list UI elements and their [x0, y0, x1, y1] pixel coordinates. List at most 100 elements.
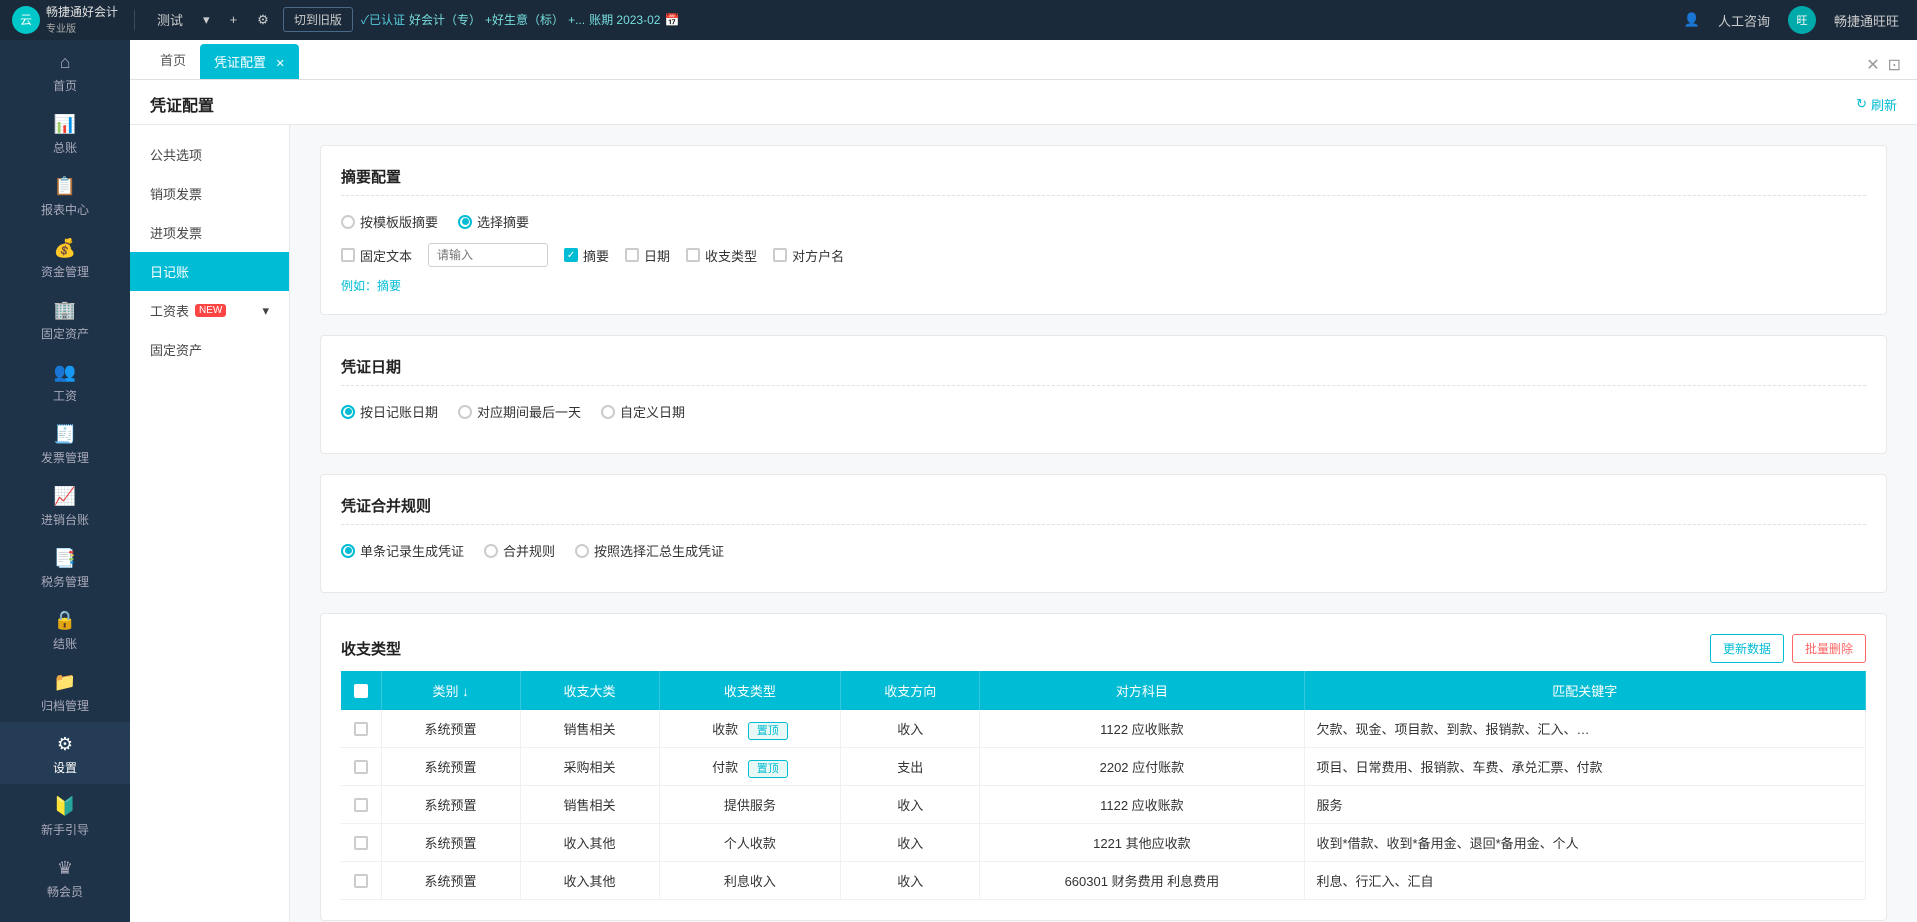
radio-period-last-day[interactable]: 对应期间最后一天 — [458, 402, 581, 421]
checkbox-fixed-text[interactable]: 固定文本 — [341, 246, 412, 265]
counterparty-box — [773, 248, 787, 262]
td-check-1[interactable] — [341, 748, 381, 786]
radio-template[interactable]: 按模板版摘要 — [341, 212, 438, 231]
sidebar-item-reports[interactable]: 📋 报表中心 — [0, 164, 130, 226]
tab-home[interactable]: 首页 — [146, 42, 200, 79]
app-title: 畅捷通好会计 — [46, 5, 118, 19]
left-nav-journal[interactable]: 日记账 — [130, 252, 289, 291]
tab-close-icon[interactable]: ✕ — [276, 58, 285, 70]
row-checkbox-4[interactable] — [354, 874, 368, 888]
sidebar-item-salary[interactable]: 👥 工资 — [0, 350, 130, 412]
table-row: 系统预置 收入其他 利息收入 收入 660301 财务费用 利息费用 利息、行汇… — [341, 862, 1866, 900]
counterparty-label: 对方户名 — [792, 246, 844, 265]
content-area: 首页 凭证配置 ✕ ✕ ⊡ 凭证配置 ↻ 刷新 — [130, 40, 1917, 922]
td-keywords-3: 收到*借款、收到*备用金、退回*备用金、个人 — [1304, 824, 1866, 862]
top-tag-1[interactable]: 置顶 — [748, 760, 788, 778]
td-check-3[interactable] — [341, 824, 381, 862]
th-checkbox[interactable]: ✓ — [341, 671, 381, 710]
left-nav-fixed-assets-label: 固定资产 — [150, 340, 202, 359]
date-box — [625, 248, 639, 262]
radio-custom-date[interactable]: 自定义日期 — [601, 402, 685, 421]
add-icon[interactable]: + — [224, 12, 244, 27]
consult-label[interactable]: 人工咨询 — [1712, 11, 1776, 30]
tab-voucher-config[interactable]: 凭证配置 ✕ — [200, 44, 299, 79]
td-check-2[interactable] — [341, 786, 381, 824]
row-checkbox-0[interactable] — [354, 722, 368, 736]
th-keywords: 匹配关键字 — [1304, 671, 1866, 710]
row-checkbox-1[interactable] — [354, 760, 368, 774]
radio-custom-date-label: 自定义日期 — [620, 402, 685, 421]
left-nav-payroll[interactable]: 工资表 NEW ▾ — [130, 291, 289, 330]
test-label[interactable]: 测试 — [151, 10, 189, 29]
radio-select[interactable]: 选择摘要 — [458, 212, 529, 231]
radio-summary-generate[interactable]: 按照选择汇总生成凭证 — [575, 541, 724, 560]
page-title: 凭证配置 — [150, 92, 214, 116]
td-check-0[interactable] — [341, 710, 381, 748]
type-label-1: 付款 — [712, 760, 738, 775]
table-header-row: 收支类型 更新数据 批量删除 — [341, 634, 1866, 663]
radio-single-record[interactable]: 单条记录生成凭证 — [341, 541, 464, 560]
radio-merge-rule-label: 合并规则 — [503, 541, 555, 560]
td-bigtype-4: 收入其他 — [520, 862, 659, 900]
left-nav-fixed-assets[interactable]: 固定资产 — [130, 330, 289, 369]
expense-type-box — [686, 248, 700, 262]
left-nav-public[interactable]: 公共选项 — [130, 135, 289, 174]
dropdown-icon[interactable]: ▾ — [197, 12, 216, 28]
home-icon: ⌂ — [60, 52, 71, 73]
window-maximize-btn[interactable]: ⊡ — [1888, 55, 1901, 75]
switch-version-btn[interactable]: 切到旧版 — [283, 7, 353, 32]
sidebar-item-trade[interactable]: 📈 进销台账 — [0, 474, 130, 536]
sidebar-item-member[interactable]: ♛ 畅会员 — [0, 846, 130, 908]
expense-table-body: 系统预置 销售相关 收款 置顶 收入 1122 应收账款 欠款、现金、项目款、到… — [341, 710, 1866, 900]
date-section: 凭证日期 按日记账日期 对应期间最后一天 — [320, 335, 1887, 454]
sidebar-item-invoice[interactable]: 🧾 发票管理 — [0, 412, 130, 474]
td-type-3: 个人收款 — [659, 824, 841, 862]
summary-section: 摘要配置 按模板版摘要 选择摘要 — [320, 145, 1887, 315]
row-checkbox-3[interactable] — [354, 836, 368, 850]
checkbox-counterparty[interactable]: 对方户名 — [773, 246, 844, 265]
calendar-icon[interactable]: 📅 — [664, 13, 679, 27]
sidebar-item-guide[interactable]: 🔰 新手引导 — [0, 784, 130, 846]
refresh-button[interactable]: ↻ 刷新 — [1856, 95, 1897, 114]
sidebar-item-ledger[interactable]: 📊 总账 — [0, 102, 130, 164]
right-panel: 摘要配置 按模板版摘要 选择摘要 — [290, 125, 1917, 922]
type-label-0: 收款 — [712, 722, 738, 737]
td-direction-2: 收入 — [841, 786, 980, 824]
sidebar-label-salary: 工资 — [53, 387, 77, 404]
left-nav-purchase-invoice[interactable]: 进项发票 — [130, 213, 289, 252]
tax-icon: 📑 — [54, 548, 76, 569]
status-badges: ✓已认证 好会计（专） +好生意（标） +... 账期 2023-02 📅 — [361, 11, 680, 28]
sidebar-item-archive[interactable]: 📁 归档管理 — [0, 660, 130, 722]
trade-icon: 📈 — [54, 486, 76, 507]
radio-journal-date[interactable]: 按日记账日期 — [341, 402, 438, 421]
sidebar-label-funds: 资金管理 — [41, 263, 89, 280]
sidebar-item-funds[interactable]: 💰 资金管理 — [0, 226, 130, 288]
checkbox-expense-type[interactable]: 收支类型 — [686, 246, 757, 265]
sidebar-item-tax[interactable]: 📑 税务管理 — [0, 536, 130, 598]
window-minimize-btn[interactable]: ✕ — [1866, 55, 1879, 75]
sidebar-label-reports: 报表中心 — [41, 201, 89, 218]
th-big-type: 收支大类 — [520, 671, 659, 710]
top-tag-0[interactable]: 置顶 — [748, 722, 788, 740]
sidebar-item-home[interactable]: ⌂ 首页 — [0, 40, 130, 102]
radio-merge-rule[interactable]: 合并规则 — [484, 541, 555, 560]
settings-icon[interactable]: ⚙ — [251, 12, 275, 28]
main-content: 公共选项 销项发票 进项发票 日记账 工资表 NEW ▾ — [130, 125, 1917, 922]
user-name[interactable]: 畅捷通旺旺 — [1828, 11, 1905, 30]
td-check-4[interactable] — [341, 862, 381, 900]
sidebar-item-close[interactable]: 🔒 结账 — [0, 598, 130, 660]
fixed-text-label: 固定文本 — [360, 246, 412, 265]
fixed-text-input[interactable] — [428, 243, 548, 267]
radio-select-circle — [458, 215, 472, 229]
checkbox-summary[interactable]: ✓ 摘要 — [564, 246, 609, 265]
sidebar-item-settings[interactable]: ⚙ 设置 — [0, 722, 130, 784]
sidebar-item-assets[interactable]: 🏢 固定资产 — [0, 288, 130, 350]
td-bigtype-1: 采购相关 — [520, 748, 659, 786]
checkbox-date[interactable]: 日期 — [625, 246, 670, 265]
batch-delete-btn[interactable]: 批量删除 — [1792, 634, 1866, 663]
row-checkbox-2[interactable] — [354, 798, 368, 812]
update-data-btn[interactable]: 更新数据 — [1710, 634, 1784, 663]
left-nav-sales-invoice[interactable]: 销项发票 — [130, 174, 289, 213]
app-title-block: 畅捷通好会计 专业版 — [46, 5, 118, 34]
checkbox-row: 固定文本 ✓ 摘要 日期 — [341, 243, 1866, 267]
